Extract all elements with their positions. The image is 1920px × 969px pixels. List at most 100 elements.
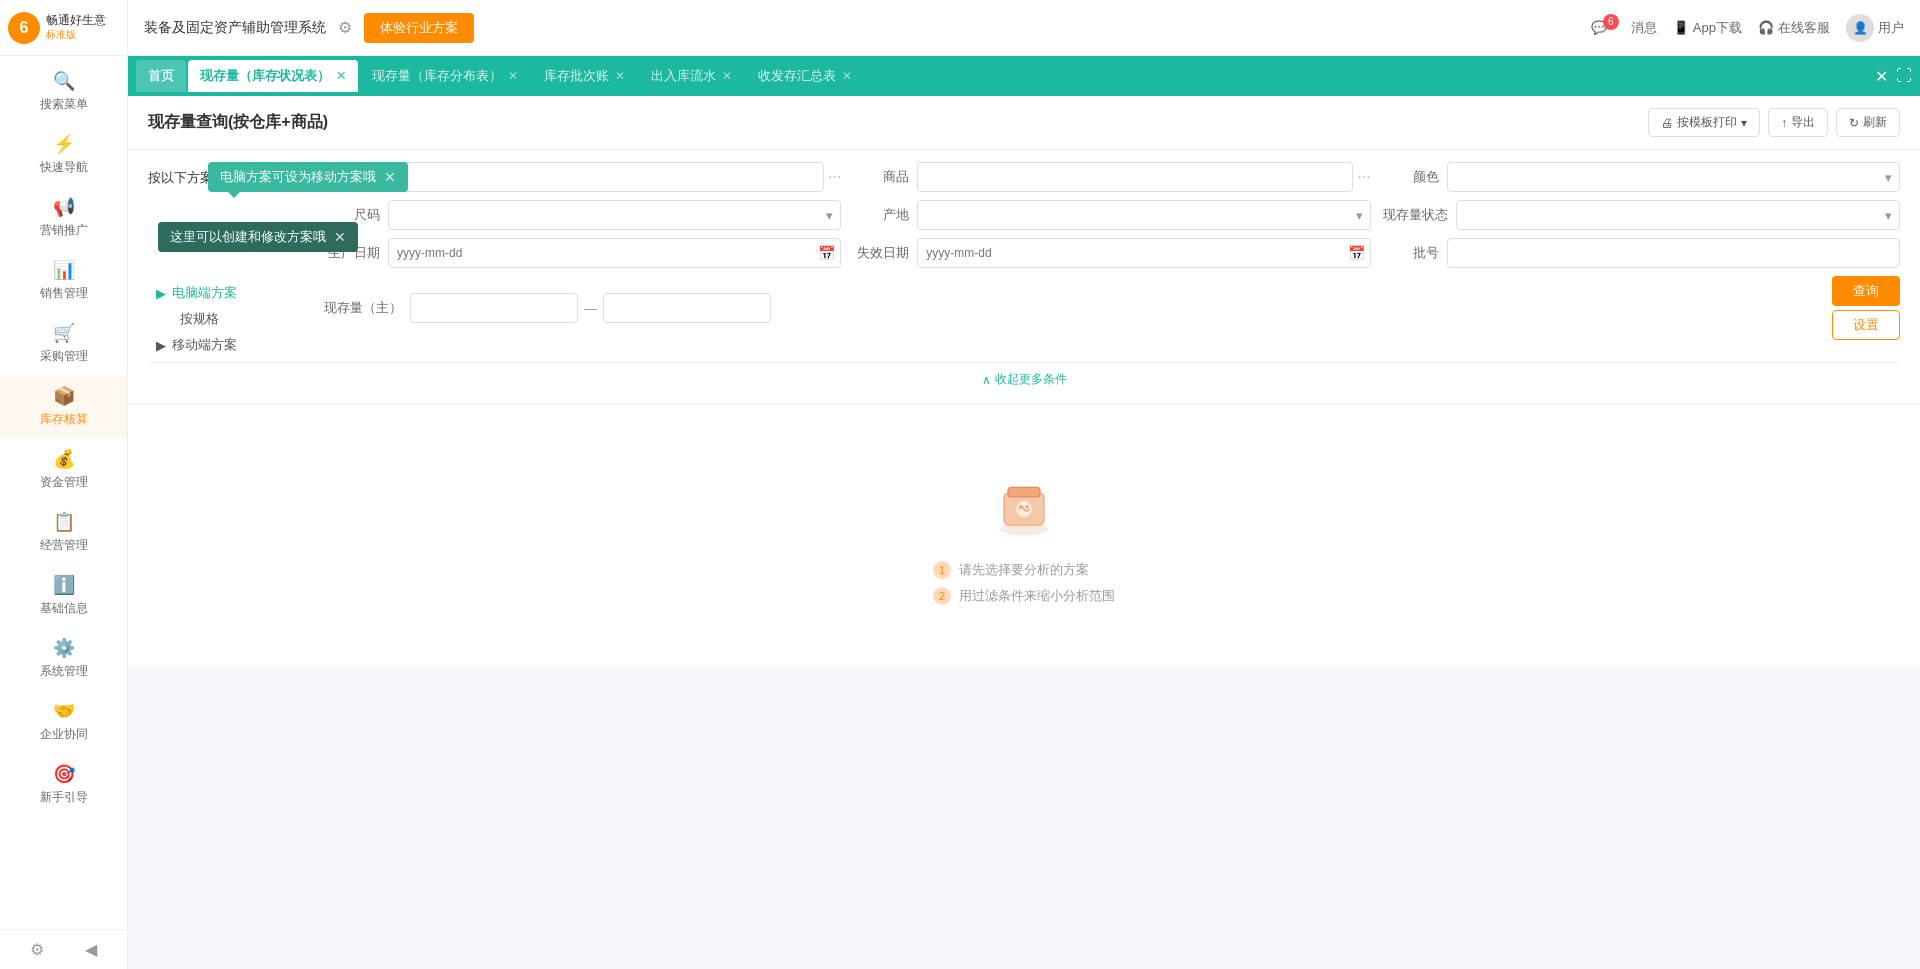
sidebar-item-sales[interactable]: 📊 销售管理 (0, 249, 127, 312)
color-select[interactable] (1447, 162, 1900, 192)
online-service-label: 在线客服 (1778, 19, 1830, 37)
sidebar-item-basic-info[interactable]: ℹ️ 基础信息 (0, 564, 127, 627)
online-service-item[interactable]: 🎧 在线客服 (1758, 19, 1830, 37)
batch-no-input[interactable] (1447, 238, 1900, 268)
user-item[interactable]: 👤 用户 (1846, 14, 1904, 42)
tab-inventory-status-label: 现存量（库存状况表） (200, 67, 330, 85)
sidebar-item-search-menu[interactable]: 🔍 搜索菜单 (0, 60, 127, 123)
filter-stock-status: 现存量状态 (1383, 200, 1900, 230)
collapse-icon[interactable]: ◀ (85, 940, 97, 959)
sidebar-item-operations[interactable]: 📋 经营管理 (0, 501, 127, 564)
scheme-tooltip-2-close[interactable]: ✕ (334, 229, 346, 245)
sidebar-item-label: 系统管理 (40, 663, 88, 680)
sidebar-item-system[interactable]: ⚙️ 系统管理 (0, 627, 127, 690)
tab-close-batch-account[interactable]: ✕ (615, 69, 625, 83)
qty-range-separator: — (584, 301, 597, 316)
scheme-item-mobile-triangle: ▶ (156, 338, 166, 353)
basic-info-icon: ℹ️ (53, 574, 75, 596)
filter-batch-no: 批号 (1383, 238, 1900, 268)
tab-in-out-flow[interactable]: 出入库流水 ✕ (639, 60, 744, 92)
stock-qty-min-input[interactable] (410, 293, 578, 323)
tab-in-out-flow-label: 出入库流水 (651, 67, 716, 85)
message-item[interactable]: 💬 6 消息 (1591, 19, 1657, 37)
sidebar-item-label: 新手引导 (40, 789, 88, 806)
scheme-tooltip-1: 电脑方案可设为移动方案哦 ✕ (208, 162, 408, 192)
query-actions: 查询 设置 (1832, 276, 1900, 340)
settings-icon[interactable]: ⚙ (30, 940, 44, 959)
refresh-icon: ↻ (1849, 116, 1859, 130)
produce-date-input[interactable] (388, 238, 841, 268)
industry-plan-button[interactable]: 体验行业方案 (364, 13, 474, 43)
tab-close-all-icon[interactable]: ✕ (1875, 67, 1888, 86)
goods-dots[interactable]: ··· (1357, 168, 1370, 186)
tab-close-inventory-status[interactable]: ✕ (336, 69, 346, 83)
sidebar-item-finance[interactable]: 💰 资金管理 (0, 438, 127, 501)
settings-dropdown-icon[interactable]: ⚙ (338, 18, 352, 37)
message-badge: 6 (1603, 14, 1619, 30)
sidebar-item-label: 搜索菜单 (40, 96, 88, 113)
scheme-item-triangle: ▶ (156, 286, 166, 301)
tab-batch-account-label: 库存批次账 (544, 67, 609, 85)
print-button[interactable]: 🖨 按模板打印 ▾ (1648, 108, 1760, 137)
sidebar-item-label: 采购管理 (40, 348, 88, 365)
purchase-icon: 🛒 (53, 322, 75, 344)
tab-close-receive-send[interactable]: ✕ (842, 69, 852, 83)
tab-inventory-status[interactable]: 现存量（库存状况表） ✕ (188, 60, 358, 92)
sidebar-item-inventory[interactable]: 📦 库存核算 (0, 375, 127, 438)
empty-icon (984, 465, 1064, 545)
sidebar-item-label: 基础信息 (40, 600, 88, 617)
query-button[interactable]: 查询 (1832, 276, 1900, 306)
origin-select[interactable] (917, 200, 1370, 230)
refresh-label: 刷新 (1863, 114, 1887, 131)
collapse-row[interactable]: ∧ 收起更多条件 (148, 362, 1900, 396)
scheme-item-size[interactable]: 按规格 (172, 306, 308, 332)
page-title: 现存量查询(按仓库+商品) (148, 112, 328, 133)
scheme-item-mobile[interactable]: ▶ 移动端方案 (148, 332, 308, 358)
sidebar-item-label: 企业协同 (40, 726, 88, 743)
expire-date-input[interactable] (917, 238, 1370, 268)
empty-state: 1 请先选择要分析的方案 2 用过滤条件来缩小分析范围 (128, 405, 1920, 665)
system-icon: ⚙️ (53, 637, 75, 659)
sales-icon: 📊 (53, 259, 75, 281)
app-download-item[interactable]: 📱 App下载 (1673, 19, 1742, 37)
tab-receive-send[interactable]: 收发存汇总表 ✕ (746, 60, 864, 92)
size-select[interactable] (388, 200, 841, 230)
refresh-button[interactable]: ↻ 刷新 (1836, 108, 1900, 137)
tab-fullscreen-icon[interactable]: ⛶ (1896, 67, 1912, 85)
sidebar-item-cooperation[interactable]: 🤝 企业协同 (0, 690, 127, 753)
stock-qty-max-input[interactable] (603, 293, 771, 323)
headset-icon: 🎧 (1758, 20, 1774, 35)
content-inner: 现存量查询(按仓库+商品) 🖨 按模板打印 ▾ ↑ 导出 ↻ 刷新 (128, 96, 1920, 665)
sidebar-item-purchase[interactable]: 🛒 采购管理 (0, 312, 127, 375)
stock-status-select[interactable] (1456, 200, 1900, 230)
scheme-tooltip-1-close[interactable]: ✕ (384, 169, 396, 185)
sidebar-item-label: 营销推广 (40, 222, 88, 239)
tab-close-in-out-flow[interactable]: ✕ (722, 69, 732, 83)
svg-point-5 (1026, 505, 1029, 508)
sidebar-bottom: ⚙ ◀ (0, 929, 127, 969)
tab-batch-account[interactable]: 库存批次账 ✕ (532, 60, 637, 92)
user-label: 用户 (1878, 19, 1904, 37)
color-label: 颜色 (1383, 168, 1439, 186)
operations-icon: 📋 (53, 511, 75, 533)
warehouse-dots[interactable]: ··· (828, 168, 841, 186)
tab-home[interactable]: 首页 (136, 60, 186, 92)
goods-input[interactable] (917, 162, 1353, 192)
sidebar-item-marketing[interactable]: 📢 营销推广 (0, 186, 127, 249)
sidebar-item-quick-nav[interactable]: ⚡ 快速导航 (0, 123, 127, 186)
reset-button[interactable]: 设置 (1832, 310, 1900, 340)
quick-nav-icon: ⚡ (53, 133, 75, 155)
top-header: 装备及固定资产辅助管理系统 ⚙ 体验行业方案 💬 6 消息 📱 App下载 🎧 … (128, 0, 1920, 56)
sidebar-item-guide[interactable]: 🎯 新手引导 (0, 753, 127, 816)
export-button[interactable]: ↑ 导出 (1768, 108, 1828, 137)
scheme-list: ▶ 电脑端方案 按规格 ▶ 移动端方案 (148, 280, 308, 358)
tab-close-inventory-dist[interactable]: ✕ (508, 69, 518, 83)
tab-inventory-dist[interactable]: 现存量（库存分布表） ✕ (360, 60, 530, 92)
filter-size: 尺码 (324, 200, 841, 230)
warehouse-input[interactable] (388, 162, 824, 192)
scheme-item-desktop[interactable]: ▶ 电脑端方案 (148, 280, 308, 306)
user-avatar: 👤 (1846, 14, 1874, 42)
svg-rect-2 (1008, 487, 1040, 497)
empty-hint-1-text: 请先选择要分析的方案 (959, 561, 1089, 579)
scheme-item-desktop-sub: 按规格 (148, 306, 308, 332)
